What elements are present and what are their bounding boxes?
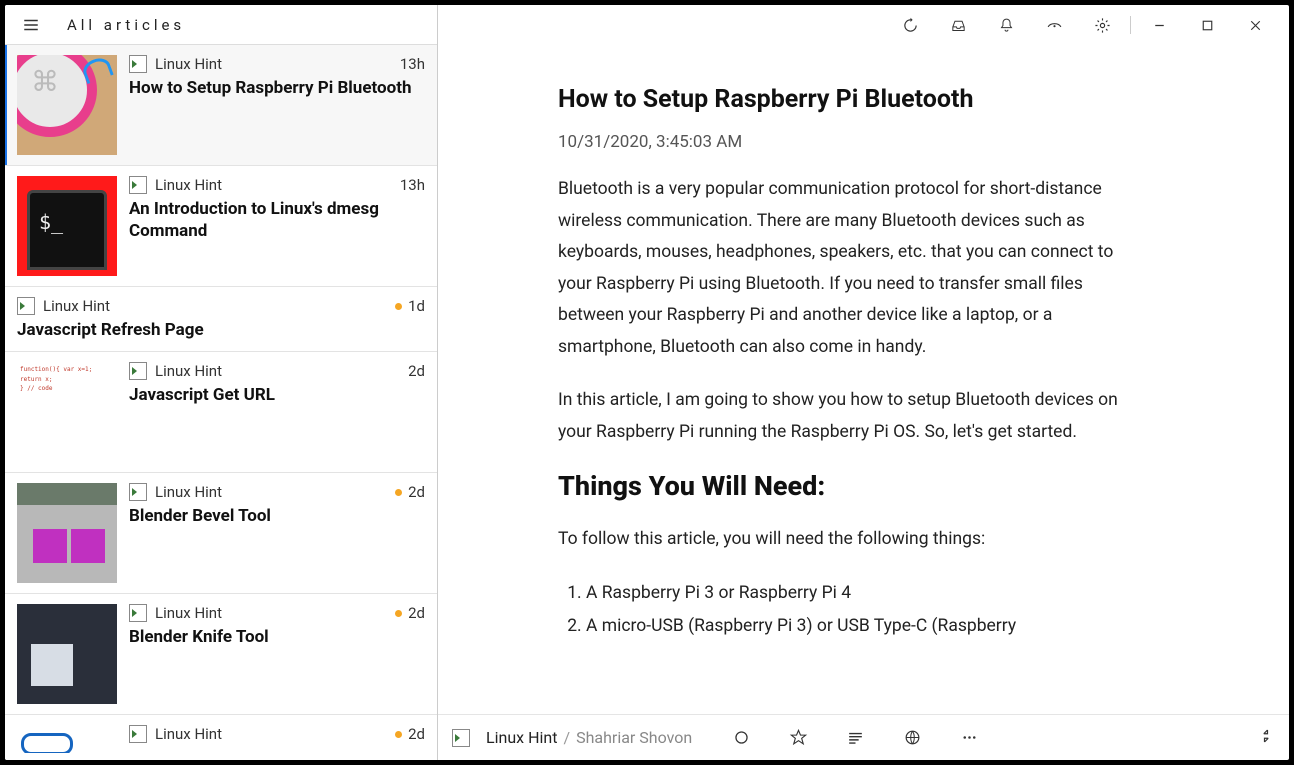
refresh-button[interactable] — [886, 5, 934, 45]
article-title: How to Setup Raspberry Pi Bluetooth — [129, 77, 425, 99]
source-favicon — [129, 604, 147, 622]
refresh-icon — [902, 17, 919, 34]
circle-icon — [732, 728, 751, 747]
article-item[interactable]: ⌘ Linux Hint 13h How to Setup Raspberry … — [5, 45, 437, 166]
article-thumbnail — [17, 725, 117, 753]
article-time: 2d — [395, 483, 425, 501]
article-time: 13h — [400, 176, 425, 194]
close-button[interactable] — [1231, 5, 1279, 45]
inbox-icon — [950, 17, 967, 34]
source-favicon — [129, 725, 147, 743]
article-source: Linux Hint — [129, 604, 222, 622]
source-favicon — [17, 297, 35, 315]
close-icon — [1247, 17, 1264, 34]
star-icon — [789, 728, 808, 747]
source-favicon — [129, 483, 147, 501]
source-favicon — [129, 362, 147, 380]
inbox-button[interactable] — [934, 5, 982, 45]
article-thumbnail — [17, 362, 117, 462]
gear-icon — [1094, 17, 1111, 34]
article-item[interactable]: Linux Hint 2d Blender Bevel Tool — [5, 473, 437, 594]
article-thumbnail — [17, 483, 117, 583]
content-paragraph: In this article, I am going to show you … — [558, 385, 1138, 448]
menu-button[interactable] — [17, 11, 45, 39]
content-list: A Raspberry Pi 3 or Raspberry Pi 4 A mic… — [586, 578, 1138, 643]
mark-read-button[interactable] — [732, 728, 751, 747]
settings-button[interactable] — [1078, 5, 1126, 45]
article-time: 2d — [408, 362, 425, 380]
main-pane: How to Setup Raspberry Pi Bluetooth 10/3… — [438, 5, 1289, 760]
minimize-button[interactable] — [1135, 5, 1183, 45]
article-time: 2d — [395, 604, 425, 622]
sidebar-header: All articles — [5, 5, 437, 45]
text-view-button[interactable] — [846, 728, 865, 747]
unread-dot — [395, 303, 402, 310]
article-title: Blender Knife Tool — [129, 626, 425, 648]
article-source: Linux Hint — [129, 725, 222, 743]
content-heading: Things You Will Need: — [558, 470, 1138, 502]
unread-dot — [395, 731, 402, 738]
source-favicon — [129, 55, 147, 73]
article-thumbnail — [17, 604, 117, 704]
unread-dot — [395, 489, 402, 496]
globe-icon — [903, 728, 922, 747]
content-paragraph: To follow this article, you will need th… — [558, 524, 1138, 556]
article-title: Javascript Get URL — [129, 384, 425, 406]
maximize-button[interactable] — [1183, 5, 1231, 45]
list-item: A micro-USB (Raspberry Pi 3) or USB Type… — [586, 611, 1138, 643]
article-title: Blender Bevel Tool — [129, 505, 425, 527]
content-date: 10/31/2020, 3:45:03 AM — [558, 132, 1138, 152]
notifications-button[interactable] — [982, 5, 1030, 45]
text-icon — [846, 728, 865, 747]
toolbar — [438, 5, 1289, 45]
article-time: 13h — [400, 55, 425, 73]
article-title: Javascript Refresh Page — [17, 319, 425, 341]
maximize-icon — [1199, 17, 1216, 34]
article-source: Linux Hint — [17, 297, 110, 315]
article-time: 1d — [395, 297, 425, 315]
article-time: 2d — [395, 725, 425, 743]
collapse-icon — [1257, 727, 1275, 745]
status-favicon — [452, 729, 470, 747]
more-icon — [960, 728, 979, 747]
list-item: A Raspberry Pi 3 or Raspberry Pi 4 — [586, 578, 1138, 610]
view-button[interactable] — [1030, 5, 1078, 45]
article-list[interactable]: ⌘ Linux Hint 13h How to Setup Raspberry … — [5, 45, 437, 760]
sidebar-title: All articles — [67, 16, 185, 34]
content-title: How to Setup Raspberry Pi Bluetooth — [558, 85, 1138, 114]
bell-icon — [998, 17, 1015, 34]
open-browser-button[interactable] — [903, 728, 922, 747]
status-separator: / — [563, 728, 570, 747]
more-button[interactable] — [960, 728, 979, 747]
hamburger-icon — [22, 16, 40, 34]
article-thumbnail — [17, 176, 117, 276]
minimize-icon — [1151, 17, 1168, 34]
app-window: All articles ⌘ Linux Hint 13h How to Set… — [5, 5, 1289, 760]
eye-icon — [1046, 17, 1063, 34]
sidebar: All articles ⌘ Linux Hint 13h How to Set… — [5, 5, 438, 760]
content-paragraph: Bluetooth is a very popular communicatio… — [558, 174, 1138, 363]
collapse-button[interactable] — [1257, 727, 1275, 749]
article-title: An Introduction to Linux's dmesg Command — [129, 198, 425, 242]
article-item[interactable]: Linux Hint 2d — [5, 715, 437, 753]
statusbar: Linux Hint / Shahriar Shovon — [438, 714, 1289, 760]
article-source: Linux Hint — [129, 483, 222, 501]
article-source: Linux Hint — [129, 55, 222, 73]
status-actions — [732, 728, 979, 747]
article-item[interactable]: Linux Hint 1d Javascript Refresh Page — [5, 287, 437, 352]
article-source: Linux Hint — [129, 176, 222, 194]
star-button[interactable] — [789, 728, 808, 747]
toolbar-separator — [1130, 16, 1131, 34]
unread-dot — [395, 610, 402, 617]
article-thumbnail: ⌘ — [17, 55, 117, 155]
source-favicon — [129, 176, 147, 194]
article-source: Linux Hint — [129, 362, 222, 380]
article-item[interactable]: Linux Hint 2d Javascript Get URL — [5, 352, 437, 473]
article-item[interactable]: Linux Hint 2d Blender Knife Tool — [5, 594, 437, 715]
status-source[interactable]: Linux Hint — [486, 728, 557, 747]
article-content[interactable]: How to Setup Raspberry Pi Bluetooth 10/3… — [438, 45, 1289, 714]
status-author[interactable]: Shahriar Shovon — [576, 728, 692, 747]
article-item[interactable]: Linux Hint 13h An Introduction to Linux'… — [5, 166, 437, 287]
